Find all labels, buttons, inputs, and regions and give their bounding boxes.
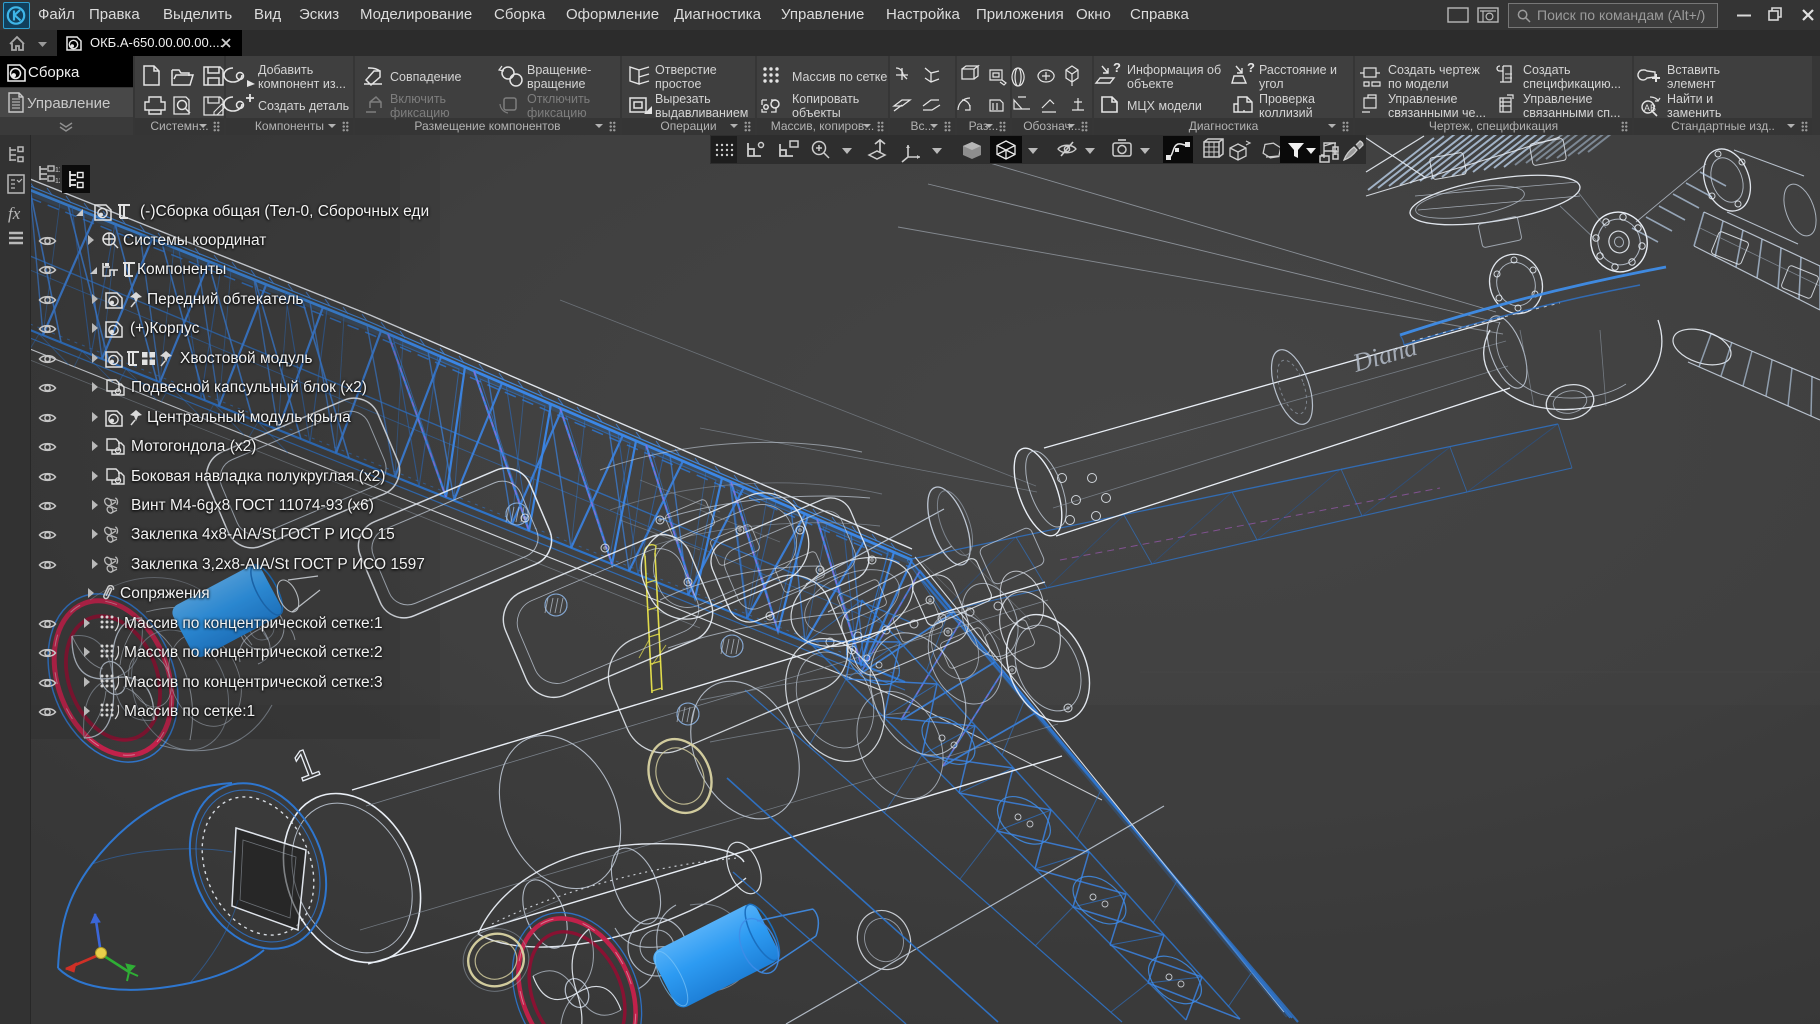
svg-text:11: 11 [55,167,60,174]
svg-text:?: ? [1113,60,1121,75]
svg-text:12: 12 [55,178,60,185]
svg-text:АВ: АВ [1644,103,1656,113]
svg-text:?: ? [1247,60,1255,75]
